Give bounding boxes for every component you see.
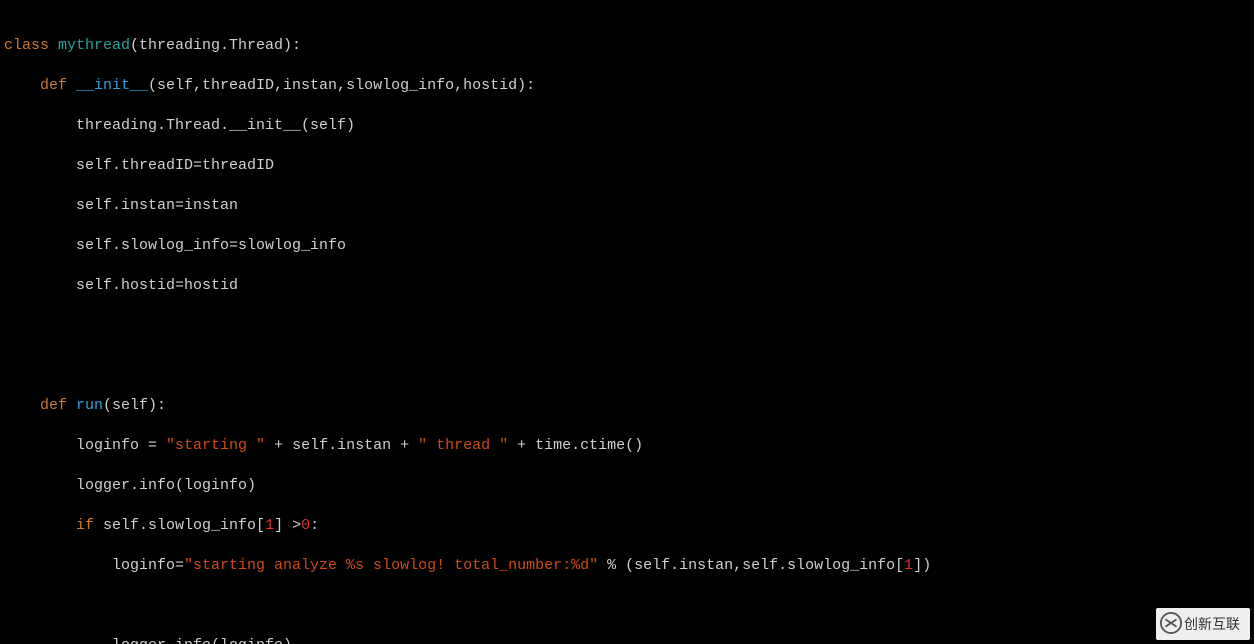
blank-line — [4, 356, 1250, 376]
number-literal: 1 — [265, 517, 274, 534]
class-name: mythread — [58, 37, 130, 54]
blank-line — [4, 596, 1250, 616]
keyword-def: def — [4, 77, 76, 94]
code-line: def __init__(self,threadID,instan,slowlo… — [4, 76, 1250, 96]
number-literal: 1 — [904, 557, 913, 574]
string-literal: "starting analyze %s slowlog! total_numb… — [184, 557, 598, 574]
code-line: logger.info(loginfo) — [4, 476, 1250, 496]
code-line: def run(self): — [4, 396, 1250, 416]
keyword-def: def — [4, 397, 76, 414]
watermark-logo-icon — [1160, 612, 1182, 634]
number-literal: 0 — [301, 517, 310, 534]
code-line: self.instan=instan — [4, 196, 1250, 216]
func-name: run — [76, 397, 103, 414]
code-editor[interactable]: class mythread(threading.Thread): def __… — [0, 0, 1254, 644]
keyword-if: if — [4, 517, 103, 534]
watermark-badge: 创新互联 — [1156, 608, 1250, 640]
keyword-class: class — [4, 37, 58, 54]
code-line: self.hostid=hostid — [4, 276, 1250, 296]
code-line: loginfo="starting analyze %s slowlog! to… — [4, 556, 1250, 576]
blank-line — [4, 316, 1250, 336]
string-literal: "starting " — [166, 437, 265, 454]
code-line: loginfo = "starting " + self.instan + " … — [4, 436, 1250, 456]
string-literal: " thread " — [418, 437, 508, 454]
code-line: class mythread(threading.Thread): — [4, 36, 1250, 56]
code-line: logger.info(loginfo) — [4, 636, 1250, 644]
code-line: self.slowlog_info=slowlog_info — [4, 236, 1250, 256]
code-line: if self.slowlog_info[1] >0: — [4, 516, 1250, 536]
code-line: self.threadID=threadID — [4, 156, 1250, 176]
func-name: __init__ — [76, 77, 148, 94]
watermark-text: 创新互联 — [1184, 614, 1240, 634]
code-line: threading.Thread.__init__(self) — [4, 116, 1250, 136]
